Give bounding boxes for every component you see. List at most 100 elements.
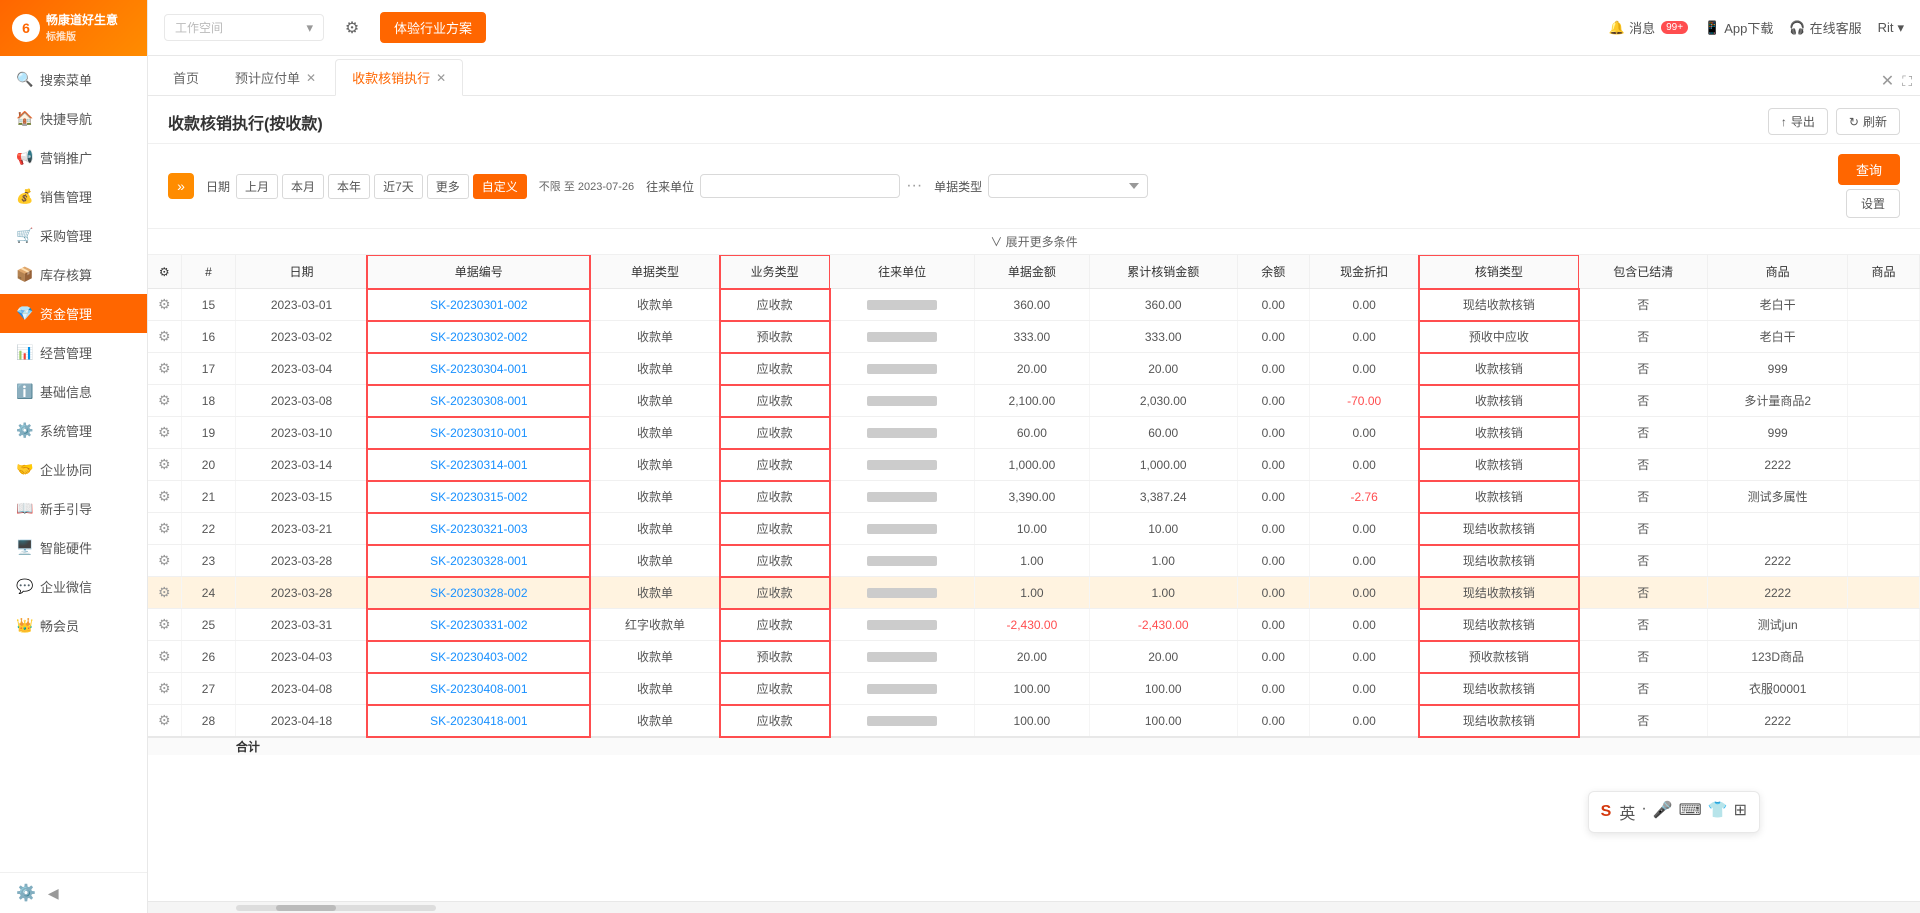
th-cash-discount: 现金折扣 <box>1309 255 1419 289</box>
doc-no-link[interactable]: SK-20230408-001 <box>430 682 527 696</box>
row-settings-6[interactable]: ⚙ <box>148 481 181 513</box>
cell-counterparty <box>830 545 975 577</box>
headset-icon: 🎧 <box>1789 20 1805 36</box>
row-settings-4[interactable]: ⚙ <box>148 417 181 449</box>
doc-no-link[interactable]: SK-20230308-001 <box>430 394 527 408</box>
row-settings-5[interactable]: ⚙ <box>148 449 181 481</box>
cell-counterparty <box>830 513 975 545</box>
maximize-icon[interactable]: ⛶ <box>1902 73 1912 90</box>
app-download-btn[interactable]: 📱 App下载 <box>1704 18 1773 37</box>
tab-collection-verify[interactable]: 收款核销执行 ✕ <box>335 59 463 96</box>
doc-no-link[interactable]: SK-20230301-002 <box>430 298 527 312</box>
tab-home-label: 首页 <box>173 68 199 87</box>
settings-icon[interactable]: ⚙️ <box>16 883 36 903</box>
industry-solution-btn[interactable]: 体验行业方案 <box>380 12 486 43</box>
expand-icon: ∨ <box>990 235 1002 249</box>
sidebar-item-system[interactable]: ⚙️系统管理 <box>0 411 147 450</box>
collapse-icon[interactable]: ◀ <box>48 885 59 902</box>
doc-no-link[interactable]: SK-20230331-002 <box>430 618 527 632</box>
close-window-icon[interactable]: ✕ <box>1881 71 1894 91</box>
th-doc-type: 单据类型 <box>590 255 719 289</box>
date-btn-7days[interactable]: 近7天 <box>374 174 423 199</box>
sidebar-item-hardware[interactable]: 🖥️智能硬件 <box>0 528 147 567</box>
sidebar-item-quick-nav[interactable]: 🏠快捷导航 <box>0 99 147 138</box>
sidebar-item-enterprise[interactable]: 🤝企业协同 <box>0 450 147 489</box>
doc-no-link[interactable]: SK-20230315-002 <box>430 490 527 504</box>
cell-verified-amount: 360.00 <box>1089 289 1237 321</box>
more-options-btn[interactable]: ··· <box>906 177 922 195</box>
date-btn-last-month[interactable]: 上月 <box>236 174 278 199</box>
date-btn-more[interactable]: 更多 <box>427 174 469 199</box>
th-settings[interactable]: ⚙ <box>148 255 181 289</box>
tab-home[interactable]: 首页 <box>156 59 216 95</box>
date-btn-this-year[interactable]: 本年 <box>328 174 370 199</box>
settings-filter-btn[interactable]: 设置 <box>1846 189 1900 218</box>
doc-no-link[interactable]: SK-20230304-001 <box>430 362 527 376</box>
sidebar-item-search-menu[interactable]: 🔍搜索菜单 <box>0 60 147 99</box>
user-avatar[interactable]: Rit ▾ <box>1878 20 1904 36</box>
row-settings-10[interactable]: ⚙ <box>148 609 181 641</box>
doc-type-filter-group: 单据类型 收款单 红字收款单 <box>934 174 1148 198</box>
sidebar-item-inventory[interactable]: 📦库存核算 <box>0 255 147 294</box>
tab-prepay[interactable]: 预计应付单 ✕ <box>218 59 333 95</box>
sidebar-item-guide[interactable]: 📖新手引导 <box>0 489 147 528</box>
sidebar-item-basic-info[interactable]: ℹ️基础信息 <box>0 372 147 411</box>
row-settings-1[interactable]: ⚙ <box>148 321 181 353</box>
doc-type-select[interactable]: 收款单 红字收款单 <box>988 174 1148 198</box>
row-settings-9[interactable]: ⚙ <box>148 577 181 609</box>
cell-product: 2222 <box>1708 705 1848 738</box>
export-btn[interactable]: ↑ 导出 <box>1768 108 1828 135</box>
cell-doc-amount: 1,000.00 <box>975 449 1089 481</box>
doc-no-link[interactable]: SK-20230310-001 <box>430 426 527 440</box>
doc-no-link[interactable]: SK-20230314-001 <box>430 458 527 472</box>
sidebar-item-marketing[interactable]: 📢营销推广 <box>0 138 147 177</box>
cell-doc-amount: 1.00 <box>975 577 1089 609</box>
query-btn[interactable]: 查询 <box>1838 154 1900 185</box>
cell-biz-type: 应收款 <box>720 577 830 609</box>
row-settings-13[interactable]: ⚙ <box>148 705 181 738</box>
refresh-btn[interactable]: ↻ 刷新 <box>1836 108 1900 135</box>
online-service-btn[interactable]: 🎧 在线客服 <box>1789 18 1861 37</box>
doc-no-link[interactable]: SK-20230302-002 <box>430 330 527 344</box>
doc-no-link[interactable]: SK-20230403-002 <box>430 650 527 664</box>
sidebar-item-operations[interactable]: 📊经营管理 <box>0 333 147 372</box>
doc-no-link[interactable]: SK-20230321-003 <box>430 522 527 536</box>
footer-incl-settled <box>1579 737 1708 755</box>
cell-doc-type: 收款单 <box>590 353 719 385</box>
doc-no-link[interactable]: SK-20230328-002 <box>430 586 527 600</box>
doc-no-link[interactable]: SK-20230328-001 <box>430 554 527 568</box>
sidebar-item-wechat[interactable]: 💬企业微信 <box>0 567 147 606</box>
sidebar-item-sales[interactable]: 💰销售管理 <box>0 177 147 216</box>
date-btn-this-month[interactable]: 本月 <box>282 174 324 199</box>
notifications-btn[interactable]: 🔔 消息 99+ <box>1609 18 1688 37</box>
app-download-label: App下载 <box>1724 18 1773 37</box>
date-btn-custom[interactable]: 自定义 <box>473 174 527 199</box>
cell-balance: 0.00 <box>1237 673 1309 705</box>
sidebar-item-purchase[interactable]: 🛒采购管理 <box>0 216 147 255</box>
counterparty-input[interactable] <box>700 174 900 198</box>
cell-product2 <box>1848 321 1920 353</box>
row-settings-7[interactable]: ⚙ <box>148 513 181 545</box>
sidebar-item-finance[interactable]: 💎资金管理 <box>0 294 147 333</box>
row-settings-11[interactable]: ⚙ <box>148 641 181 673</box>
cell-date: 2023-03-28 <box>236 545 367 577</box>
sidebar-item-member[interactable]: 👑畅会员 <box>0 606 147 645</box>
row-settings-2[interactable]: ⚙ <box>148 353 181 385</box>
tab-prepay-close[interactable]: ✕ <box>306 71 316 85</box>
enterprise-icon: 🤝 <box>16 461 32 478</box>
expand-conditions-bar[interactable]: ∨ 展开更多条件 <box>148 229 1920 255</box>
cell-cash-discount: -70.00 <box>1309 385 1419 417</box>
filter-toggle-btn[interactable]: » <box>168 173 194 199</box>
cell-cash-discount: 0.00 <box>1309 449 1419 481</box>
cell-doc-type: 收款单 <box>590 641 719 673</box>
workspace-selector[interactable]: 工作空间 ▾ <box>164 14 324 41</box>
row-settings-3[interactable]: ⚙ <box>148 385 181 417</box>
row-settings-0[interactable]: ⚙ <box>148 289 181 321</box>
row-settings-12[interactable]: ⚙ <box>148 673 181 705</box>
settings-btn[interactable]: ⚙ <box>336 12 368 44</box>
row-settings-8[interactable]: ⚙ <box>148 545 181 577</box>
tab-collection-close[interactable]: ✕ <box>436 71 446 85</box>
cell-doc-amount: 60.00 <box>975 417 1089 449</box>
cell-incl-settled: 否 <box>1579 481 1708 513</box>
doc-no-link[interactable]: SK-20230418-001 <box>430 714 527 728</box>
